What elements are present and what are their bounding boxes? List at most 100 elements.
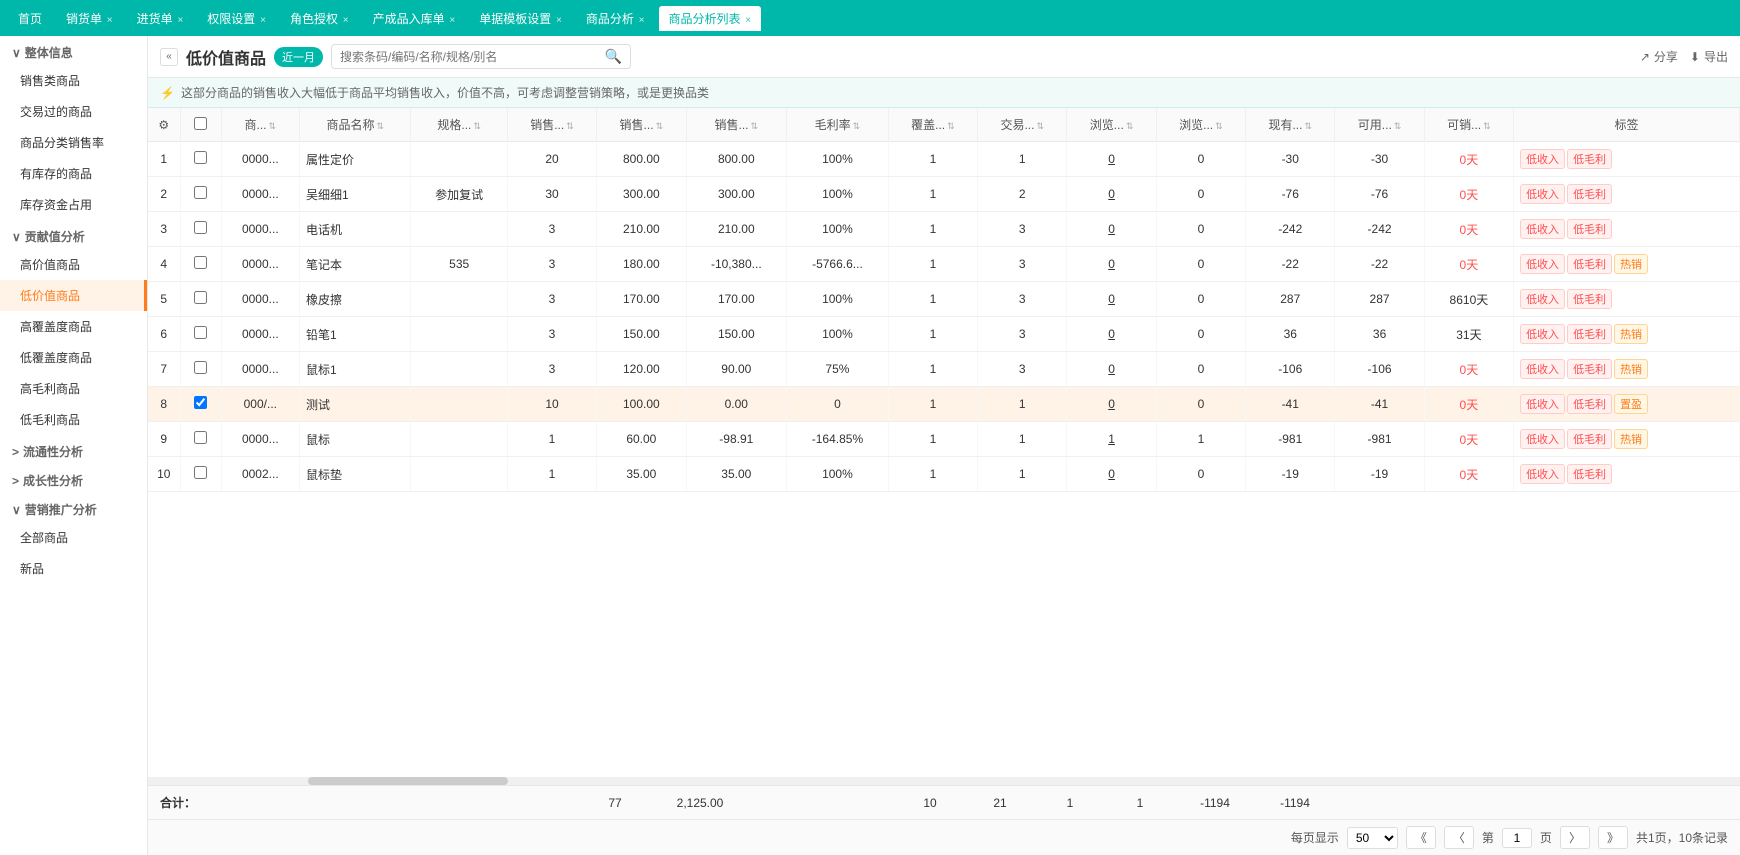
col-name[interactable]: 商品名称⇅	[300, 108, 411, 142]
nav-permissions[interactable]: 权限设置 ×	[197, 6, 276, 31]
row-views1[interactable]: 0	[1067, 142, 1156, 177]
views1-value[interactable]: 0	[1108, 397, 1115, 411]
sidebar-item-traded-goods[interactable]: 交易过的商品	[0, 96, 147, 127]
views1-value[interactable]: 0	[1108, 327, 1115, 341]
col-checkbox-header[interactable]	[180, 108, 221, 142]
row-views1[interactable]: 0	[1067, 317, 1156, 352]
views1-value[interactable]: 0	[1108, 362, 1115, 376]
row-checkbox[interactable]	[194, 326, 207, 339]
next-page-button[interactable]: 〉	[1560, 826, 1590, 849]
row-checkbox-cell[interactable]	[180, 282, 221, 317]
nav-close-sales[interactable]: ×	[104, 15, 113, 26]
col-tags[interactable]: 标签	[1514, 108, 1740, 142]
row-checkbox[interactable]	[194, 466, 207, 479]
nav-product-analysis[interactable]: 商品分析 ×	[576, 6, 655, 31]
sidebar-item-inventory-capital[interactable]: 库存资金占用	[0, 189, 147, 220]
col-sellable[interactable]: 可销...⇅	[1424, 108, 1513, 142]
row-views1[interactable]: 0	[1067, 457, 1156, 492]
col-sales-amount[interactable]: 销售...⇅	[597, 108, 686, 142]
row-checkbox[interactable]	[194, 151, 207, 164]
sidebar-item-category-sales-rate[interactable]: 商品分类销售率	[0, 127, 147, 158]
sidebar-group-marketing[interactable]: ∨ 营销推广分析	[0, 493, 147, 522]
col-views1[interactable]: 浏览...⇅	[1067, 108, 1156, 142]
time-filter-badge[interactable]: 近一月	[274, 47, 323, 67]
row-checkbox[interactable]	[194, 431, 207, 444]
sidebar-item-new-goods[interactable]: 新品	[0, 553, 147, 584]
row-checkbox-cell[interactable]	[180, 177, 221, 212]
sidebar-item-stock-goods[interactable]: 有库存的商品	[0, 158, 147, 189]
row-checkbox-cell[interactable]	[180, 212, 221, 247]
row-views1[interactable]: 0	[1067, 212, 1156, 247]
row-checkbox[interactable]	[194, 361, 207, 374]
nav-close-analysis[interactable]: ×	[636, 15, 645, 26]
share-button[interactable]: ↗ 分享	[1640, 48, 1678, 65]
row-checkbox-cell[interactable]	[180, 142, 221, 177]
sidebar-item-low-coverage[interactable]: 低覆盖度商品	[0, 342, 147, 373]
sidebar-group-overview[interactable]: ∨ 整体信息	[0, 36, 147, 65]
nav-close-role[interactable]: ×	[340, 15, 349, 26]
prev-page-button[interactable]: 〈	[1444, 826, 1474, 849]
col-code[interactable]: 商...⇅	[221, 108, 299, 142]
col-transactions[interactable]: 交易...⇅	[978, 108, 1067, 142]
col-coverage[interactable]: 覆盖...⇅	[888, 108, 977, 142]
scrollbar-thumb[interactable]	[308, 777, 508, 785]
col-current-stock[interactable]: 现有...⇅	[1246, 108, 1335, 142]
sidebar-item-sales-goods[interactable]: 销售类商品	[0, 65, 147, 96]
row-checkbox-cell[interactable]	[180, 247, 221, 282]
row-views1[interactable]: 0	[1067, 247, 1156, 282]
views1-value[interactable]: 0	[1108, 187, 1115, 201]
horizontal-scrollbar[interactable]	[148, 777, 1740, 785]
search-box[interactable]: 🔍	[331, 44, 631, 69]
nav-role-auth[interactable]: 角色授权 ×	[280, 6, 359, 31]
nav-home[interactable]: 首页	[8, 6, 52, 31]
col-spec[interactable]: 规格...⇅	[411, 108, 507, 142]
nav-close-purchase[interactable]: ×	[175, 15, 184, 26]
sidebar-item-high-margin[interactable]: 高毛利商品	[0, 373, 147, 404]
sidebar-item-all-goods[interactable]: 全部商品	[0, 522, 147, 553]
row-checkbox-cell[interactable]	[180, 422, 221, 457]
nav-close-template[interactable]: ×	[553, 15, 562, 26]
sidebar-collapse-button[interactable]: «	[160, 48, 178, 66]
row-checkbox[interactable]	[194, 291, 207, 304]
row-checkbox[interactable]	[194, 256, 207, 269]
nav-analysis-list[interactable]: 商品分析列表 ×	[659, 6, 762, 31]
search-icon[interactable]: 🔍	[605, 48, 622, 65]
views1-value[interactable]: 0	[1108, 152, 1115, 166]
views1-value[interactable]: 0	[1108, 467, 1115, 481]
row-checkbox-cell[interactable]	[180, 387, 221, 422]
col-settings[interactable]: ⚙	[148, 108, 180, 142]
row-checkbox[interactable]	[194, 186, 207, 199]
sidebar-item-high-coverage[interactable]: 高覆盖度商品	[0, 311, 147, 342]
col-sales-profit[interactable]: 销售...⇅	[686, 108, 787, 142]
nav-close-inbound[interactable]: ×	[447, 15, 456, 26]
sidebar-group-contribution[interactable]: ∨ 贡献值分析	[0, 220, 147, 249]
select-all-checkbox[interactable]	[194, 117, 207, 130]
row-checkbox[interactable]	[194, 221, 207, 234]
row-views1[interactable]: 0	[1067, 177, 1156, 212]
first-page-button[interactable]: 《	[1406, 826, 1436, 849]
row-checkbox-cell[interactable]	[180, 352, 221, 387]
nav-product-inbound[interactable]: 产成品入库单 ×	[363, 6, 466, 31]
row-checkbox-cell[interactable]	[180, 457, 221, 492]
nav-close-analysis-list[interactable]: ×	[743, 15, 752, 26]
sidebar-group-circulation[interactable]: > 流通性分析	[0, 435, 147, 464]
row-checkbox-cell[interactable]	[180, 317, 221, 352]
row-checkbox[interactable]	[194, 396, 207, 409]
nav-close-permissions[interactable]: ×	[257, 15, 266, 26]
views1-value[interactable]: 1	[1108, 432, 1115, 446]
last-page-button[interactable]: 》	[1598, 826, 1628, 849]
sidebar-item-low-margin[interactable]: 低毛利商品	[0, 404, 147, 435]
row-views1[interactable]: 1	[1067, 422, 1156, 457]
views1-value[interactable]: 0	[1108, 222, 1115, 236]
nav-sales-order[interactable]: 销货单 ×	[56, 6, 123, 31]
per-page-select[interactable]: 50 100 200	[1347, 827, 1398, 849]
col-gross-margin[interactable]: 毛利率⇅	[787, 108, 889, 142]
nav-template-settings[interactable]: 单据模板设置 ×	[469, 6, 572, 31]
col-available[interactable]: 可用...⇅	[1335, 108, 1424, 142]
views1-value[interactable]: 0	[1108, 292, 1115, 306]
sidebar-item-low-value[interactable]: 低价值商品	[0, 280, 147, 311]
nav-purchase-order[interactable]: 进货单 ×	[127, 6, 194, 31]
row-views1[interactable]: 0	[1067, 282, 1156, 317]
export-button[interactable]: ⬇ 导出	[1690, 48, 1728, 65]
row-views1[interactable]: 0	[1067, 387, 1156, 422]
